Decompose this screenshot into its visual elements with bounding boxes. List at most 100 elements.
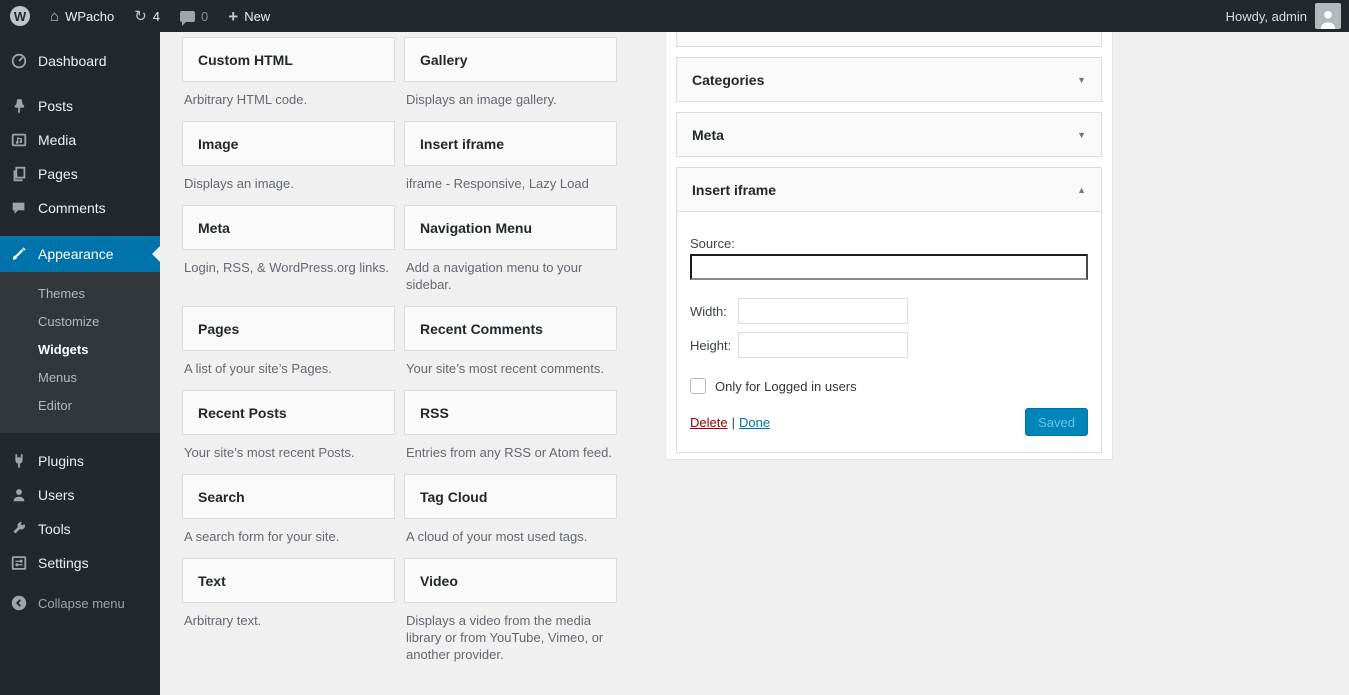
submenu-item-customize[interactable]: Customize [0, 307, 160, 335]
sidebar-item-media[interactable]: Media [0, 123, 160, 157]
available-widget-text[interactable]: Text [182, 558, 395, 603]
submenu-item-editor[interactable]: Editor [0, 391, 160, 419]
sidebar-item-label: Posts [38, 98, 74, 114]
widget-description: A list of your site’s Pages. [184, 361, 332, 376]
admin-bar: W ⌂ WPacho ↻ 4 0 + New Howdy, admin [0, 0, 1349, 32]
widget-title: Meta [198, 219, 230, 236]
sidebar-item-appearance[interactable]: Appearance [0, 236, 160, 272]
updates-menu[interactable]: ↻ 4 [124, 0, 170, 32]
available-widget-cell: Recent Comments Your site’s most recent … [404, 306, 617, 390]
insert-iframe-widget-form: Source: Width: Height: Only for Logged i… [676, 212, 1102, 453]
available-widget-cell: Custom HTML Arbitrary HTML code. [182, 37, 395, 121]
available-widget-cell: Tag Cloud A cloud of your most used tags… [404, 474, 617, 558]
available-widget-video[interactable]: Video [404, 558, 617, 603]
width-label: Width: [690, 303, 727, 319]
media-icon [9, 130, 29, 150]
available-widget-navigation-menu[interactable]: Navigation Menu [404, 205, 617, 250]
sidebar-item-label: Tools [38, 521, 71, 537]
sidebar-item-posts[interactable]: Posts [0, 89, 160, 123]
submenu-item-themes[interactable]: Themes [0, 279, 160, 307]
pages-icon [9, 164, 29, 184]
widget-description: iframe - Responsive, Lazy Load [406, 176, 589, 191]
widget-description: Arbitrary text. [184, 613, 262, 628]
chevron-down-icon[interactable]: ▼ [1077, 130, 1086, 140]
sidebar-item-label: Users [38, 487, 75, 503]
avatar[interactable] [1315, 3, 1341, 29]
available-widget-search[interactable]: Search [182, 474, 395, 519]
sidebar-item-comments[interactable]: Comments [0, 191, 160, 225]
collapse-menu-button[interactable]: Collapse menu [0, 586, 160, 620]
new-content-menu[interactable]: + New [218, 0, 280, 32]
width-input[interactable] [738, 298, 908, 324]
available-widget-insert-iframe[interactable]: Insert iframe [404, 121, 617, 166]
widget-description: Your site’s most recent comments. [406, 361, 604, 376]
widget-description: Displays an image gallery. [406, 92, 557, 107]
available-widget-cell: Video Displays a video from the media li… [404, 558, 617, 676]
widget-panel-insert-iframe-header[interactable]: Insert iframe ▲ [676, 167, 1102, 212]
submenu-item-label: Editor [38, 397, 72, 413]
menu-separator [0, 433, 160, 444]
widget-description: A cloud of your most used tags. [406, 529, 588, 544]
sidebar-item-settings[interactable]: Settings [0, 546, 160, 580]
available-widget-cell: Gallery Displays an image gallery. [404, 37, 617, 121]
widget-description: Login, RSS, & WordPress.org links. [184, 260, 389, 275]
saved-button[interactable]: Saved [1025, 408, 1088, 436]
widget-title: Insert iframe [420, 135, 505, 152]
widget-description: Add a navigation menu to your sidebar. [406, 260, 583, 292]
chevron-up-icon[interactable]: ▲ [1077, 185, 1086, 195]
user-silhouette-icon [1320, 10, 1336, 29]
settings-sliders-icon [9, 553, 29, 573]
submenu-item-menus[interactable]: Menus [0, 363, 160, 391]
dashboard-icon [9, 51, 29, 71]
widget-title: Tag Cloud [420, 488, 488, 505]
submenu-item-label: Widgets [38, 341, 89, 357]
available-widget-cell: Pages A list of your site’s Pages. [182, 306, 395, 390]
sidebar-item-tools[interactable]: Tools [0, 512, 160, 546]
available-widget-gallery[interactable]: Gallery [404, 37, 617, 82]
height-input[interactable] [738, 332, 908, 358]
sidebar-item-plugins[interactable]: Plugins [0, 444, 160, 478]
submenu-item-widgets[interactable]: Widgets [0, 335, 160, 363]
chevron-down-icon[interactable]: ▼ [1077, 75, 1086, 85]
available-widget-cell: Insert iframe iframe - Responsive, Lazy … [404, 121, 617, 205]
wordpress-logo-button[interactable]: W [0, 0, 40, 32]
available-widget-recent-posts[interactable]: Recent Posts [182, 390, 395, 435]
widget-panel-meta-header[interactable]: Meta ▼ [676, 112, 1102, 157]
available-widget-image[interactable]: Image [182, 121, 395, 166]
width-row: Width: [690, 298, 1088, 324]
side-menu: Dashboard Posts Media Pages Comments App… [0, 32, 160, 695]
sidebar-item-label: Plugins [38, 453, 84, 469]
available-widget-tag-cloud[interactable]: Tag Cloud [404, 474, 617, 519]
howdy-text[interactable]: Howdy, admin [1226, 9, 1307, 24]
sidebar-item-dashboard[interactable]: Dashboard [0, 44, 160, 78]
wordpress-logo-icon: W [10, 6, 30, 26]
updates-icon: ↻ [134, 7, 147, 25]
person-icon [9, 485, 29, 505]
available-widget-cell: Image Displays an image. [182, 121, 395, 205]
widget-title: Video [420, 572, 458, 589]
done-link[interactable]: Done [739, 415, 770, 430]
delete-link[interactable]: Delete [690, 415, 728, 430]
comments-menu[interactable]: 0 [170, 0, 218, 32]
available-widget-rss[interactable]: RSS [404, 390, 617, 435]
available-widget-custom-html[interactable]: Custom HTML [182, 37, 395, 82]
widget-panel-title: Insert iframe [692, 181, 777, 198]
submenu-item-label: Themes [38, 285, 85, 301]
available-widget-meta[interactable]: Meta [182, 205, 395, 250]
partial-widget-panel[interactable] [676, 32, 1102, 47]
menu-separator [0, 225, 160, 236]
paintbrush-icon [9, 244, 29, 264]
sidebar-item-users[interactable]: Users [0, 478, 160, 512]
available-widgets-list: Custom HTML Arbitrary HTML code. Gallery… [182, 37, 617, 676]
site-name-menu[interactable]: ⌂ WPacho [40, 0, 124, 32]
sidebar-item-pages[interactable]: Pages [0, 157, 160, 191]
height-row: Height: [690, 332, 1088, 358]
available-widget-pages[interactable]: Pages [182, 306, 395, 351]
sidebar-item-label: Appearance [38, 246, 114, 262]
updates-count: 4 [152, 8, 161, 24]
available-widget-recent-comments[interactable]: Recent Comments [404, 306, 617, 351]
available-widget-cell: Recent Posts Your site’s most recent Pos… [182, 390, 395, 474]
widget-panel-categories-header[interactable]: Categories ▼ [676, 57, 1102, 102]
logged-in-users-checkbox[interactable] [690, 378, 706, 394]
source-input[interactable] [690, 254, 1088, 280]
